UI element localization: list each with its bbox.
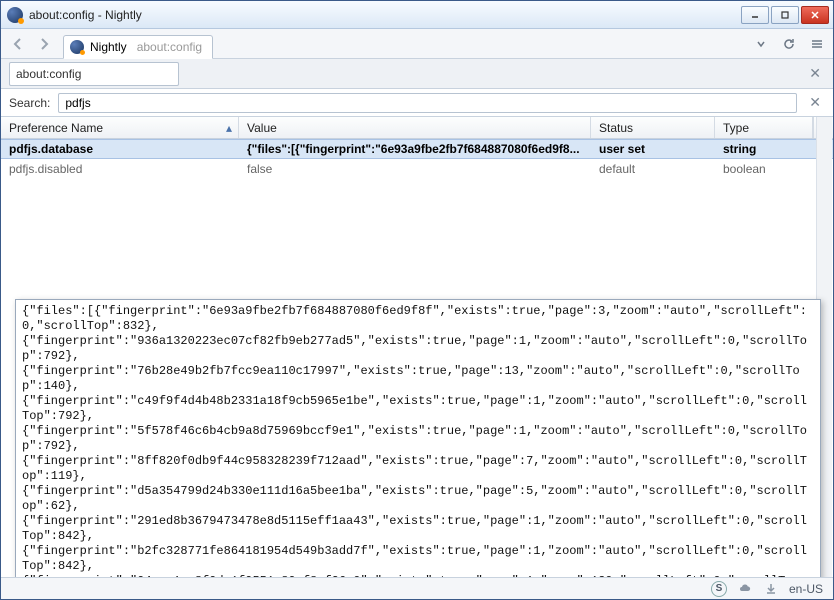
maximize-button[interactable] bbox=[771, 6, 799, 24]
titlebar: about:config - Nightly bbox=[1, 1, 833, 29]
window-title: about:config - Nightly bbox=[29, 8, 142, 22]
cell-value: {"files":[{"fingerprint":"6e93a9fbe2fb7f… bbox=[239, 142, 591, 156]
url-input[interactable]: about:config bbox=[9, 62, 179, 86]
cell-name: pdfjs.database bbox=[1, 142, 239, 156]
app-window: about:config - Nightly Nightly about:con… bbox=[0, 0, 834, 600]
status-bar: S en-US bbox=[1, 577, 833, 599]
pref-rows: pdfjs.database {"files":[{"fingerprint":… bbox=[1, 139, 833, 179]
cell-value: false bbox=[239, 162, 591, 176]
minimize-button[interactable] bbox=[741, 6, 769, 24]
tab-label: Nightly bbox=[90, 40, 127, 54]
url-close-icon[interactable]: ✕ bbox=[805, 65, 825, 82]
download-icon[interactable] bbox=[763, 581, 779, 597]
value-tooltip: {"files":[{"fingerprint":"6e93a9fbe2fb7f… bbox=[15, 299, 821, 577]
search-clear-icon[interactable]: ✕ bbox=[805, 94, 825, 111]
sort-asc-icon: ▴ bbox=[226, 121, 232, 135]
menu-button[interactable] bbox=[807, 34, 827, 54]
pref-row[interactable]: pdfjs.database {"files":[{"fingerprint":… bbox=[1, 139, 833, 159]
col-preference-name[interactable]: Preference Name ▴ bbox=[1, 117, 239, 138]
app-icon bbox=[7, 7, 23, 23]
dropdown-icon[interactable] bbox=[751, 34, 771, 54]
col-type[interactable]: Type bbox=[715, 117, 813, 138]
url-row: about:config ✕ bbox=[1, 59, 833, 89]
close-button[interactable] bbox=[801, 6, 829, 24]
back-button[interactable] bbox=[7, 33, 29, 55]
cell-status: user set bbox=[591, 142, 715, 156]
status-s-icon[interactable]: S bbox=[711, 581, 727, 597]
column-header: Preference Name ▴ Value Status Type bbox=[1, 117, 833, 139]
locale-label[interactable]: en-US bbox=[789, 582, 823, 596]
titlebar-left: about:config - Nightly bbox=[7, 7, 142, 23]
search-row: Search: ✕ bbox=[1, 89, 833, 117]
col-value[interactable]: Value bbox=[239, 117, 591, 138]
nav-toolbar: Nightly about:config bbox=[1, 29, 833, 59]
reload-button[interactable] bbox=[779, 34, 799, 54]
content-area: Preference Name ▴ Value Status Type pdfj… bbox=[1, 117, 833, 577]
cell-status: default bbox=[591, 162, 715, 176]
tab-url: about:config bbox=[137, 40, 202, 54]
forward-button[interactable] bbox=[33, 33, 55, 55]
tabstrip: Nightly about:config bbox=[63, 32, 213, 56]
tab-favicon bbox=[70, 40, 84, 54]
pref-row[interactable]: pdfjs.disabled false default boolean bbox=[1, 159, 833, 179]
col-status[interactable]: Status bbox=[591, 117, 715, 138]
status-cloud-icon[interactable] bbox=[737, 581, 753, 597]
search-label: Search: bbox=[9, 96, 50, 110]
nav-right bbox=[751, 34, 827, 54]
window-buttons bbox=[741, 6, 829, 24]
search-input[interactable] bbox=[58, 93, 797, 113]
tab-nightly[interactable]: Nightly about:config bbox=[63, 35, 213, 59]
cell-name: pdfjs.disabled bbox=[1, 162, 239, 176]
